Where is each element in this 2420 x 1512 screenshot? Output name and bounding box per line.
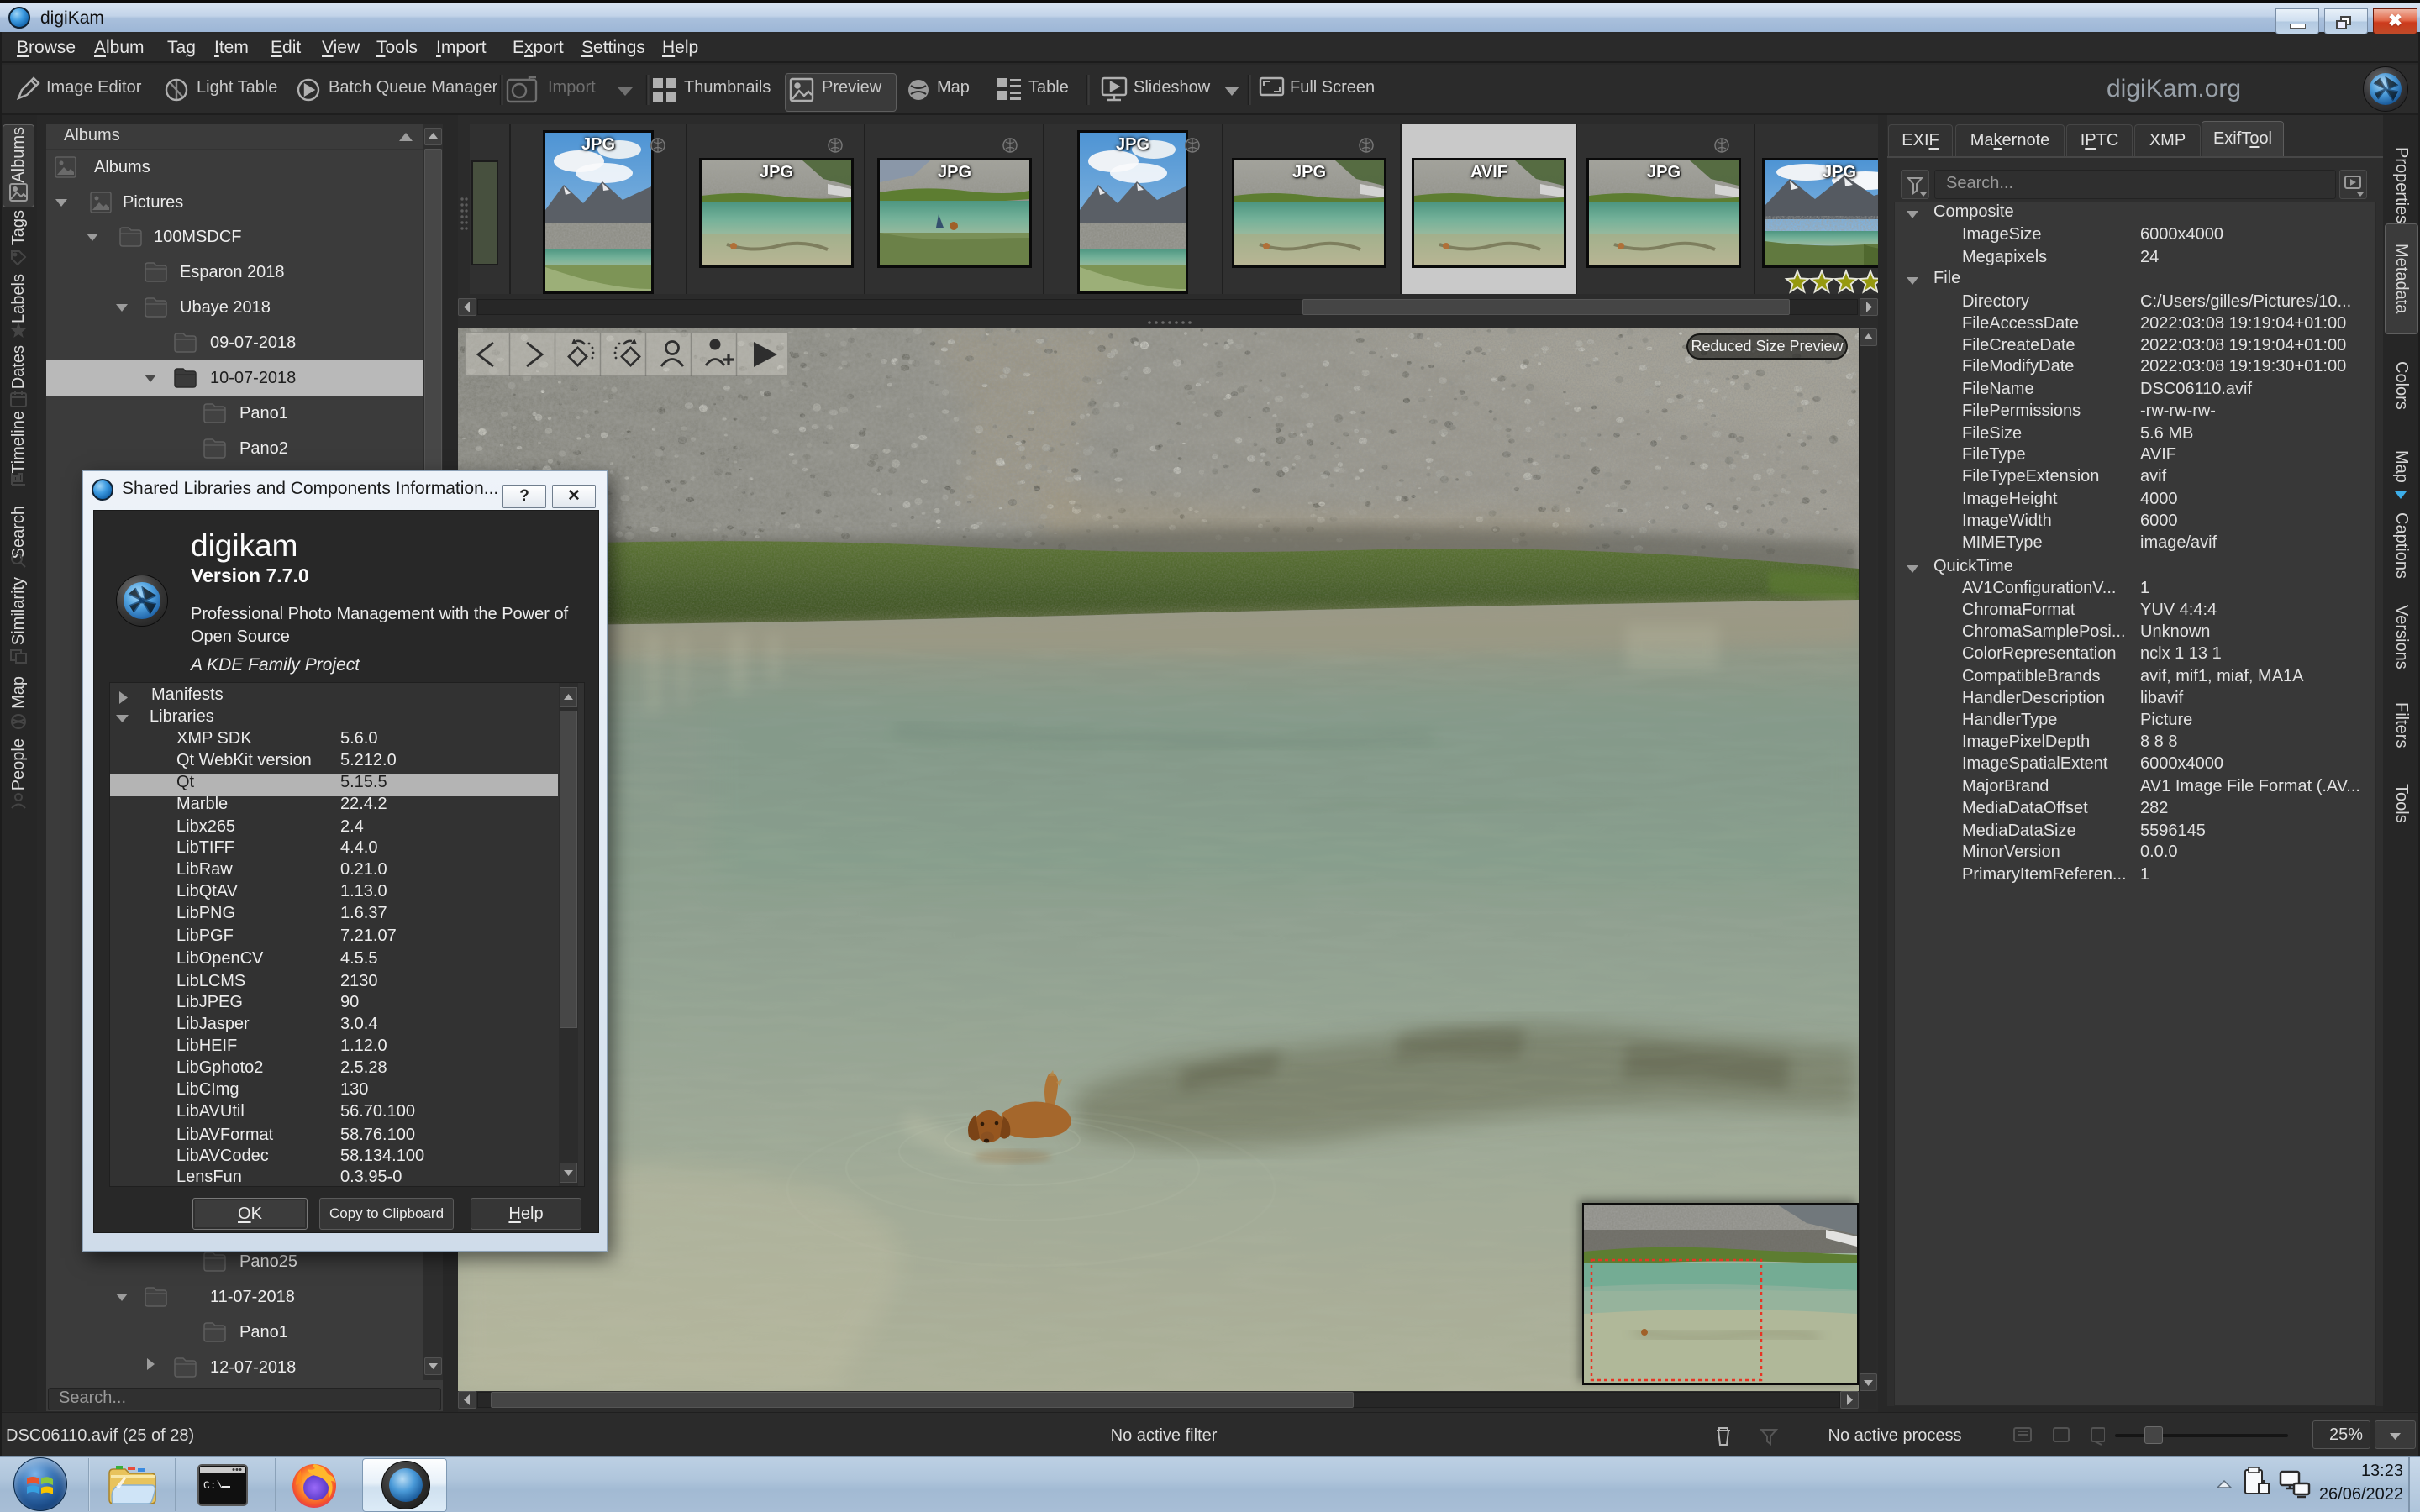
svg-text:C:\: C:\ [203, 1479, 224, 1492]
